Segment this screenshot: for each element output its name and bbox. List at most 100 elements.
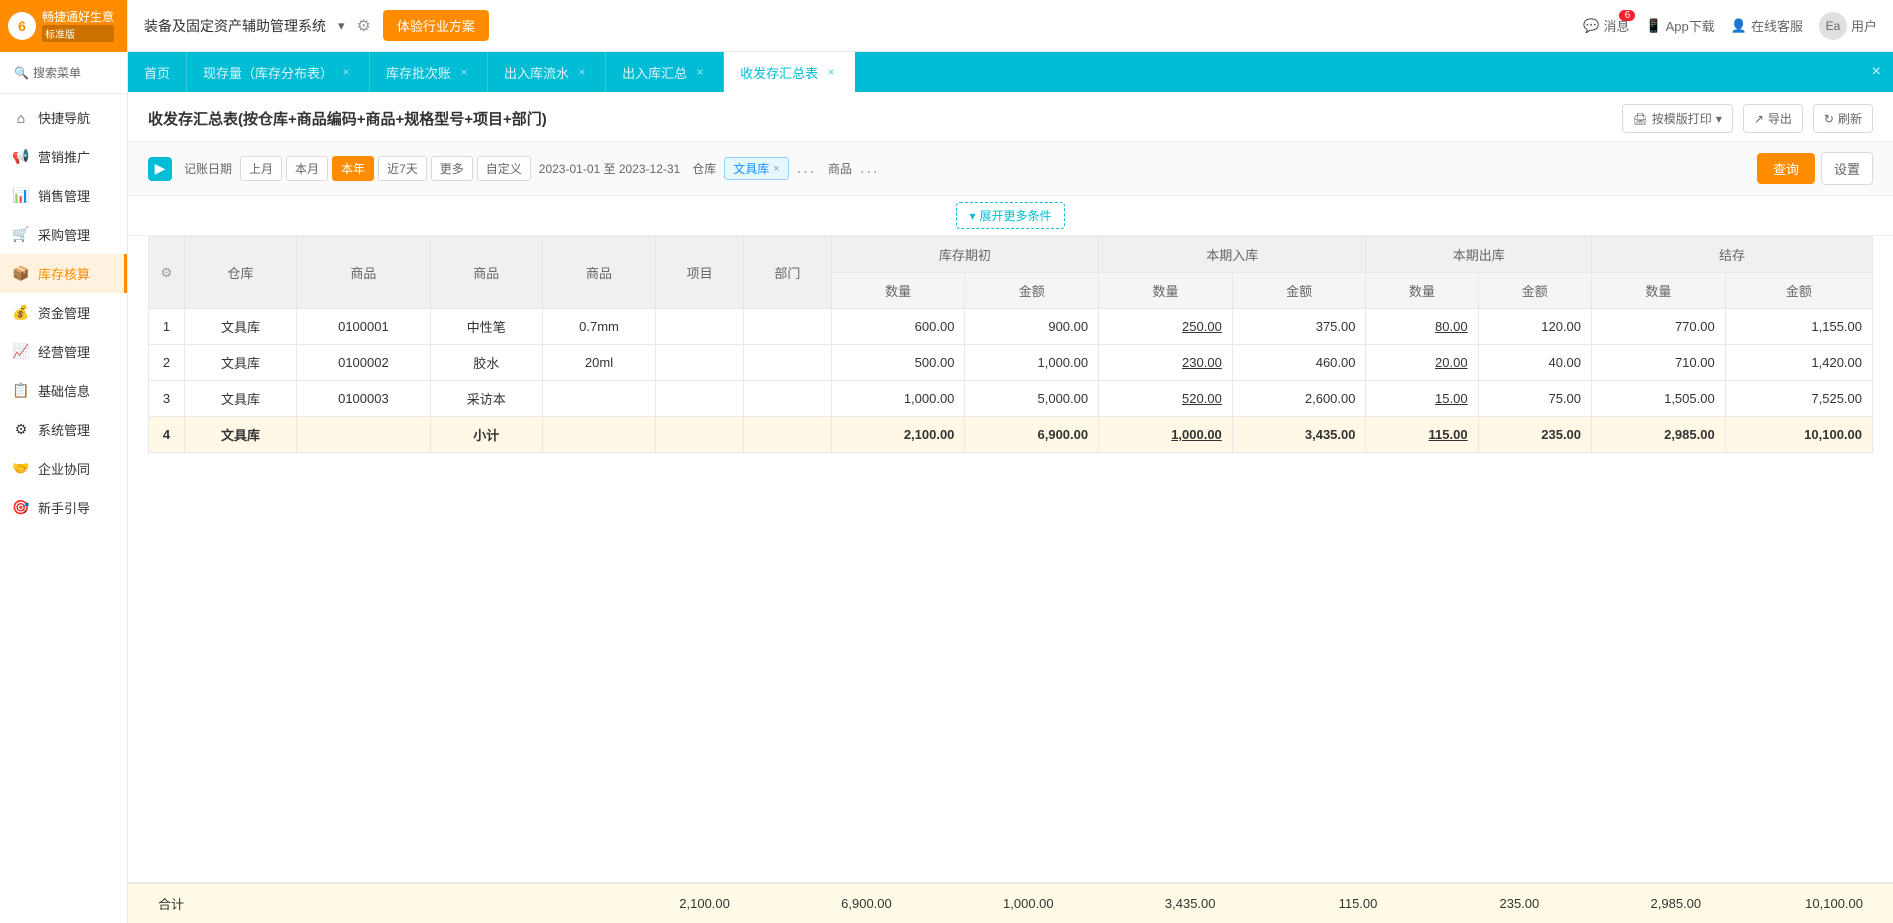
sidebar-item-label: 经营管理 [38,342,90,361]
cell-in-qty[interactable]: 1,000.00 [1099,417,1233,453]
header-left: 装备及固定资产辅助管理系统 ▾ ⚙ 体验行业方案 [144,10,489,41]
user-item[interactable]: Ea 用户 [1819,12,1877,40]
sidebar-item-label: 快捷导航 [38,108,90,127]
cell-dept [743,309,831,345]
user-label: 用户 [1851,16,1877,35]
table-row: 4 文具库 小计 2,100.00 6,900.00 1,000.00 3,43… [149,417,1873,453]
sidebar-item-marketing[interactable]: 📢 营销推广 [0,137,127,176]
sidebar-item-basic[interactable]: 📋 基础信息 [0,371,127,410]
cell-out-qty[interactable]: 20.00 [1366,345,1478,381]
tab-close-icon[interactable]: × [457,65,471,79]
set-button[interactable]: 设置 [1821,152,1873,185]
inventory-icon: 📦 [12,265,30,282]
cell-index: 3 [149,381,185,417]
settings-icon[interactable]: ⚙ [357,16,371,36]
system-dropdown[interactable]: ▾ [338,18,345,34]
close-all-tabs-button[interactable]: × [1860,52,1893,92]
cell-warehouse: 文具库 [185,381,297,417]
warehouse-tag-close[interactable]: × [773,163,779,175]
service-icon: 👤 [1731,18,1747,34]
cell-in-qty[interactable]: 250.00 [1099,309,1233,345]
query-button[interactable]: 查询 [1757,153,1815,184]
cell-open-amt: 900.00 [965,309,1099,345]
footer-bal-qty: 2,985.00 [1549,892,1711,915]
date-btn-more[interactable]: 更多 [431,156,473,181]
goods-filter-ellipsis[interactable]: ... [860,160,879,178]
tab-home[interactable]: 首页 [128,52,187,92]
header-right: 💬 6 消息 📱 App下载 👤 在线客服 Ea 用户 [1583,12,1877,40]
cell-code: 0100001 [297,309,431,345]
tab-inout-summary[interactable]: 出入库汇总 × [606,52,724,92]
refresh-button[interactable]: ↻ 刷新 [1813,104,1873,133]
cell-in-qty[interactable]: 230.00 [1099,345,1233,381]
sidebar-item-finance[interactable]: 💰 资金管理 [0,293,127,332]
tab-receipt-summary[interactable]: 收发存汇总表 × [724,52,855,92]
search-menu-button[interactable]: 🔍 搜索菜单 [8,60,119,85]
sidebar-item-system[interactable]: ⚙ 系统管理 [0,410,127,449]
date-btn-this-year[interactable]: 本年 [332,156,374,181]
cell-index: 2 [149,345,185,381]
out-qty-link[interactable]: 80.00 [1435,319,1468,334]
sidebar-item-collab[interactable]: 🤝 企业协同 [0,449,127,488]
cell-out-qty[interactable]: 15.00 [1366,381,1478,417]
out-qty-link[interactable]: 115.00 [1429,427,1468,442]
sidebar-item-label: 新手引导 [38,498,90,517]
sidebar-item-sales[interactable]: 📊 销售管理 [0,176,127,215]
user-avatar: Ea [1819,12,1847,40]
tab-close-icon[interactable]: × [575,65,589,79]
cell-open-qty: 1,000.00 [831,381,965,417]
sidebar-item-guide[interactable]: 🎯 新手引导 [0,488,127,527]
sidebar-item-label: 营销推广 [38,147,90,166]
cell-name: 采访本 [430,381,542,417]
logo-text: 畅捷通好生意 标准版 [42,10,114,43]
out-qty-link[interactable]: 15.00 [1435,391,1468,406]
online-service-item[interactable]: 👤 在线客服 [1731,16,1803,35]
date-btn-custom[interactable]: 自定义 [477,156,531,181]
app-download-item[interactable]: 📱 App下载 [1645,16,1714,35]
cell-project [656,381,744,417]
tab-close-icon[interactable]: × [339,65,353,79]
cell-spec: 0.7mm [542,309,655,345]
tab-close-icon[interactable]: × [824,65,838,79]
gear-icon[interactable]: ⚙ [159,265,174,281]
cell-warehouse: 文具库 [185,345,297,381]
export-button[interactable]: ↗ 导出 [1743,104,1803,133]
tab-close-icon[interactable]: × [693,65,707,79]
filter-collapse-button[interactable]: ▶ [148,157,172,181]
warehouse-tag: 文具库 × [724,157,788,180]
date-btn-last-month[interactable]: 上月 [240,156,282,181]
out-qty-link[interactable]: 20.00 [1435,355,1468,370]
sidebar-logo: 6 畅捷通好生意 标准版 [0,0,127,52]
date-btn-last-7days[interactable]: 近7天 [378,156,427,181]
tab-home-label: 首页 [144,63,170,82]
chevron-down-icon: ▾ [1716,112,1722,126]
expand-more-button[interactable]: ▾ 展开更多条件 [956,202,1064,229]
sidebar-item-operations[interactable]: 📈 经营管理 [0,332,127,371]
notification-item[interactable]: 💬 6 消息 [1583,16,1629,35]
cell-name: 胶水 [430,345,542,381]
content-area: 收发存汇总表(按仓库+商品编码+商品+规格型号+项目+部门) 🖨 按模版打印 ▾… [128,92,1893,923]
print-button[interactable]: 🖨 按模版打印 ▾ [1622,104,1733,133]
in-qty-link[interactable]: 1,000.00 [1171,427,1222,442]
sidebar-item-inventory[interactable]: 📦 库存核算 [0,254,127,293]
footer-open-qty: 2,100.00 [578,892,740,915]
sidebar-item-label: 系统管理 [38,420,90,439]
cell-spec: 20ml [542,345,655,381]
in-qty-link[interactable]: 230.00 [1182,355,1222,370]
warehouse-filter-ellipsis[interactable]: ... [797,160,816,178]
sidebar-item-purchase[interactable]: 🛒 采购管理 [0,215,127,254]
sidebar-item-quick-nav[interactable]: ⌂ 快捷导航 [0,98,127,137]
cell-out-qty[interactable]: 115.00 [1366,417,1478,453]
in-qty-link[interactable]: 520.00 [1182,391,1222,406]
experience-button[interactable]: 体验行业方案 [383,10,489,41]
tab-inout-flow[interactable]: 出入库流水 × [488,52,606,92]
tab-batch-ledger[interactable]: 库存批次账 × [370,52,488,92]
cell-in-qty[interactable]: 520.00 [1099,381,1233,417]
cell-out-qty[interactable]: 80.00 [1366,309,1478,345]
in-qty-link[interactable]: 250.00 [1182,319,1222,334]
tab-inventory-distribution[interactable]: 现存量（库存分布表） × [187,52,370,92]
settings-column-header[interactable]: ⚙ [149,237,185,309]
date-btn-this-month[interactable]: 本月 [286,156,328,181]
out-qty-header: 数量 [1366,273,1478,309]
cell-bal-qty: 1,505.00 [1592,381,1726,417]
